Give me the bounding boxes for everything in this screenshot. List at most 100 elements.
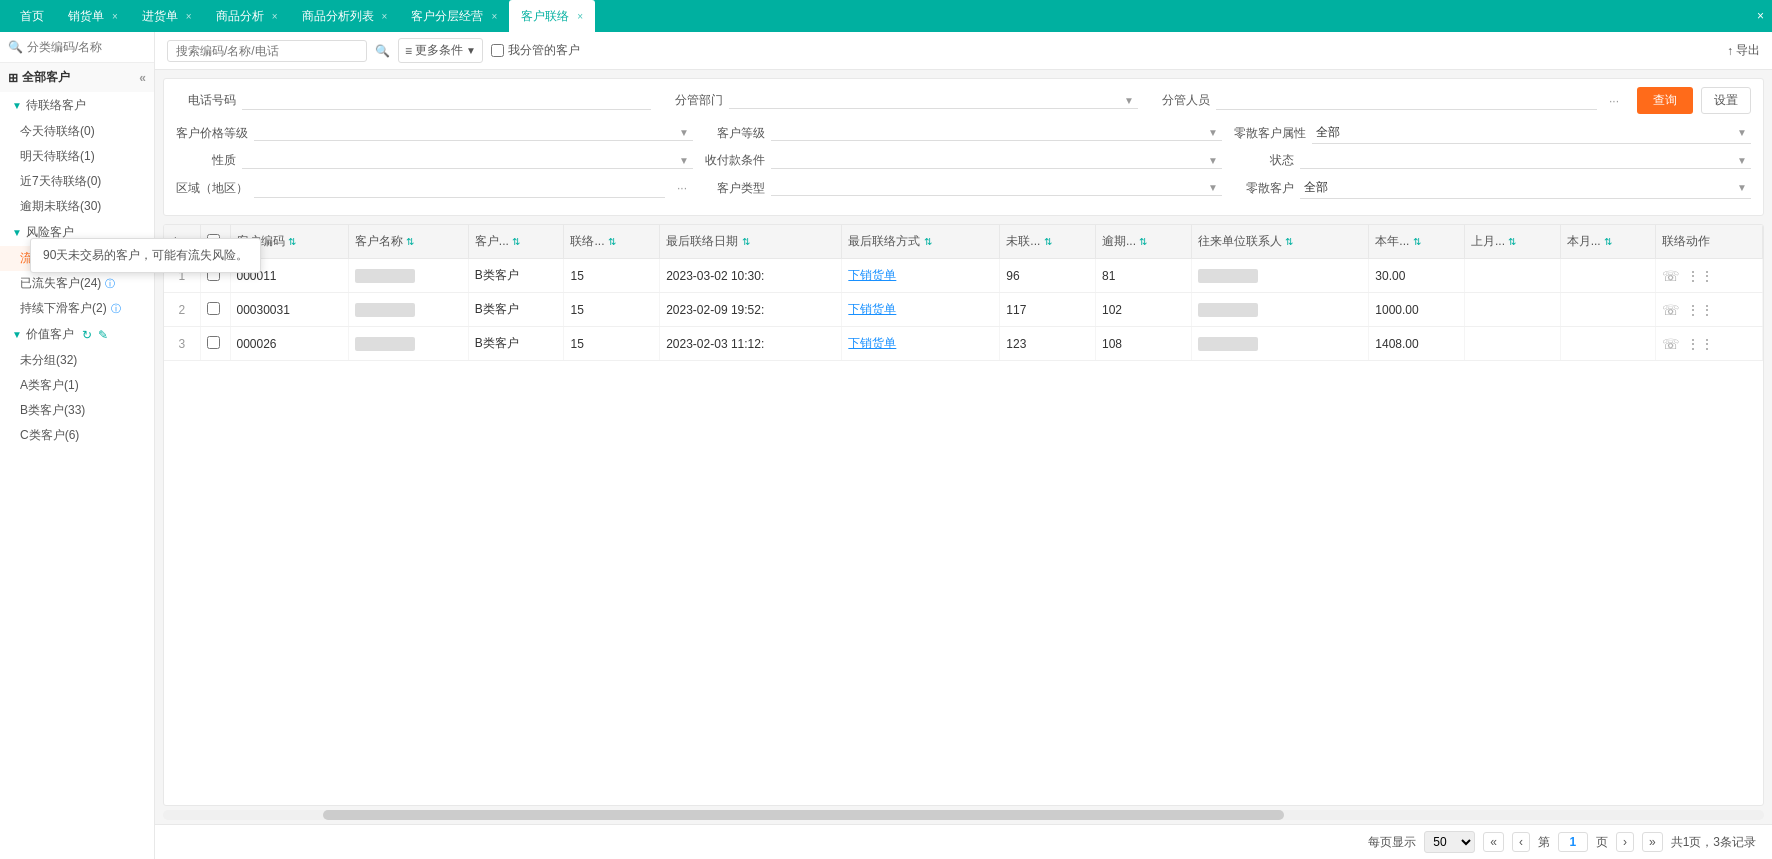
th-uncontacted[interactable]: 未联... ⇅ xyxy=(1000,225,1096,259)
more-action-icon-3[interactable]: ⋮⋮ xyxy=(1686,336,1714,352)
pending-contact-group[interactable]: ▼ 待联络客户 xyxy=(0,92,154,119)
nav-product-analysis-list[interactable]: 商品分析列表 × xyxy=(290,0,400,32)
row-uncontacted-1: 96 xyxy=(1000,259,1096,293)
search-button-icon[interactable]: 🔍 xyxy=(375,44,390,58)
phone-input[interactable] xyxy=(242,91,651,110)
last-page-button[interactable]: » xyxy=(1642,832,1663,852)
close-all-tabs-button[interactable]: × xyxy=(1757,9,1764,23)
more-action-icon-1[interactable]: ⋮⋮ xyxy=(1686,268,1714,284)
sidebar-item-overdue-contact[interactable]: 逾期未联络(30) xyxy=(0,194,154,219)
more-action-icon-2[interactable]: ⋮⋮ xyxy=(1686,302,1714,318)
close-sales-order-icon[interactable]: × xyxy=(112,11,118,22)
th-last-month[interactable]: 上月... ⇅ xyxy=(1465,225,1561,259)
settings-button[interactable]: 设置 xyxy=(1701,87,1751,114)
nature-select[interactable]: ▼ xyxy=(242,153,693,169)
row-year-2: 1000.00 xyxy=(1369,293,1465,327)
sidebar-search-input[interactable] xyxy=(27,40,155,54)
payment-select[interactable]: ▼ xyxy=(771,153,1222,169)
nav-sales-order[interactable]: 销货单 × xyxy=(56,0,130,32)
th-customer-type[interactable]: 客户... ⇅ xyxy=(468,225,564,259)
status-select[interactable]: ▼ xyxy=(1300,153,1751,169)
action-icons-2: ☏ ⋮⋮ xyxy=(1662,302,1756,318)
scatter-attr-select[interactable]: 全部 ▼ xyxy=(1312,122,1751,144)
row-code-2: 00030031 xyxy=(230,293,349,327)
contact-method-link-1[interactable]: 下销货单 xyxy=(848,268,896,282)
nav-home[interactable]: 首页 xyxy=(8,0,56,32)
sidebar-item-class-b[interactable]: B类客户(33) xyxy=(0,398,154,423)
manager-more-icon[interactable]: ··· xyxy=(1603,92,1625,110)
horizontal-scrollbar[interactable] xyxy=(163,810,1764,820)
nav-product-analysis[interactable]: 商品分析 × xyxy=(204,0,290,32)
row-index-2: 2 xyxy=(164,293,200,327)
region-more-icon[interactable]: ··· xyxy=(671,179,693,197)
th-overdue[interactable]: 逾期... ⇅ xyxy=(1095,225,1191,259)
close-product-analysis-icon[interactable]: × xyxy=(272,11,278,22)
close-customer-tier-icon[interactable]: × xyxy=(491,11,497,22)
page-unit: 页 xyxy=(1596,834,1608,851)
th-this-year[interactable]: 本年... ⇅ xyxy=(1369,225,1465,259)
price-tier-select[interactable]: ▼ xyxy=(254,125,693,141)
all-customers-header[interactable]: ⊞ 全部客户 « xyxy=(0,63,154,92)
region-input[interactable] xyxy=(254,179,665,198)
nav-customer-tier[interactable]: 客户分层经营 × xyxy=(399,0,509,32)
my-customers-checkbox-label[interactable]: 我分管的客户 xyxy=(491,42,580,59)
th-actions: 联络动作 xyxy=(1656,225,1763,259)
th-last-contact-method[interactable]: 最后联络方式 ⇅ xyxy=(842,225,1000,259)
sidebar-item-today-contact[interactable]: 今天待联络(0) xyxy=(0,119,154,144)
th-this-month[interactable]: 本月... ⇅ xyxy=(1560,225,1656,259)
row-uncontacted-2: 117 xyxy=(1000,293,1096,327)
th-customer-name[interactable]: 客户名称 ⇅ xyxy=(349,225,469,259)
manager-input[interactable] xyxy=(1216,91,1597,110)
query-button[interactable]: 查询 xyxy=(1637,87,1693,114)
scrollbar-thumb[interactable] xyxy=(323,810,1284,820)
close-customer-contact-icon[interactable]: × xyxy=(577,11,583,22)
manager-field: 分管人员 ··· xyxy=(1150,91,1625,110)
th-last-contact-date[interactable]: 最后联络日期 ⇅ xyxy=(660,225,842,259)
close-product-analysis-list-icon[interactable]: × xyxy=(382,11,388,22)
contact-method-link-2[interactable]: 下销货单 xyxy=(848,302,896,316)
scatter-customer-select[interactable]: 全部 ▼ xyxy=(1300,177,1751,199)
th-contact[interactable]: 联络... ⇅ xyxy=(564,225,660,259)
filter-row-1: 电话号码 分管部门 ▼ 分管人员 ··· 查询 设置 xyxy=(176,87,1751,114)
export-button[interactable]: ↑ 导出 xyxy=(1727,42,1760,59)
edit-icon[interactable]: ✎ xyxy=(98,328,108,342)
th-contact-person[interactable]: 往来单位联系人 ⇅ xyxy=(1191,225,1369,259)
prev-page-button[interactable]: ‹ xyxy=(1512,832,1530,852)
row-select-checkbox-3[interactable] xyxy=(207,336,220,349)
nav-purchase-order[interactable]: 进货单 × xyxy=(130,0,204,32)
refresh-icon[interactable]: ↻ xyxy=(82,328,92,342)
sidebar-item-tomorrow-contact[interactable]: 明天待联络(1) xyxy=(0,144,154,169)
customer-type-select[interactable]: ▼ xyxy=(771,180,1222,196)
region-label: 区域（地区） xyxy=(176,180,248,197)
contact-action-icon-3[interactable]: ☏ xyxy=(1662,336,1680,352)
sidebar-item-ungrouped[interactable]: 未分组(32) xyxy=(0,348,154,373)
sidebar-item-7day-contact[interactable]: 近7天待联络(0) xyxy=(0,169,154,194)
next-page-button[interactable]: › xyxy=(1616,832,1634,852)
first-page-button[interactable]: « xyxy=(1483,832,1504,852)
my-customers-checkbox[interactable] xyxy=(491,44,504,57)
customer-tier-select[interactable]: ▼ xyxy=(771,125,1222,141)
close-purchase-order-icon[interactable]: × xyxy=(186,11,192,22)
row-contact-1: 15 xyxy=(564,259,660,293)
search-input[interactable] xyxy=(167,40,367,62)
value-customer-group[interactable]: ▼ 价值客户 ↻ ✎ xyxy=(0,321,154,348)
row-overdue-2: 102 xyxy=(1095,293,1191,327)
nature-chevron-icon: ▼ xyxy=(679,155,689,166)
sidebar-item-declining[interactable]: 持续下滑客户(2) ⓘ xyxy=(0,296,154,321)
nav-customer-contact[interactable]: 客户联络 × xyxy=(509,0,595,32)
dept-select[interactable]: ▼ xyxy=(729,93,1138,109)
more-conditions-button[interactable]: ≡ 更多条件 ▼ xyxy=(398,38,483,63)
phone-label: 电话号码 xyxy=(176,92,236,109)
sidebar-item-class-c[interactable]: C类客户(6) xyxy=(0,423,154,448)
blurred-name-2: ██ xyxy=(355,303,415,317)
current-page-input[interactable] xyxy=(1558,832,1588,852)
sort-icon-method: ⇅ xyxy=(924,236,932,247)
collapse-sidebar-icon[interactable]: « xyxy=(139,71,146,85)
row-select-checkbox-2[interactable] xyxy=(207,302,220,315)
contact-action-icon-1[interactable]: ☏ xyxy=(1662,268,1680,284)
page-size-select[interactable]: 50 100 xyxy=(1424,831,1475,853)
sidebar-item-class-a[interactable]: A类客户(1) xyxy=(0,373,154,398)
sidebar-item-churned[interactable]: 已流失客户(24) ⓘ xyxy=(0,271,154,296)
contact-method-link-3[interactable]: 下销货单 xyxy=(848,336,896,350)
contact-action-icon-2[interactable]: ☏ xyxy=(1662,302,1680,318)
